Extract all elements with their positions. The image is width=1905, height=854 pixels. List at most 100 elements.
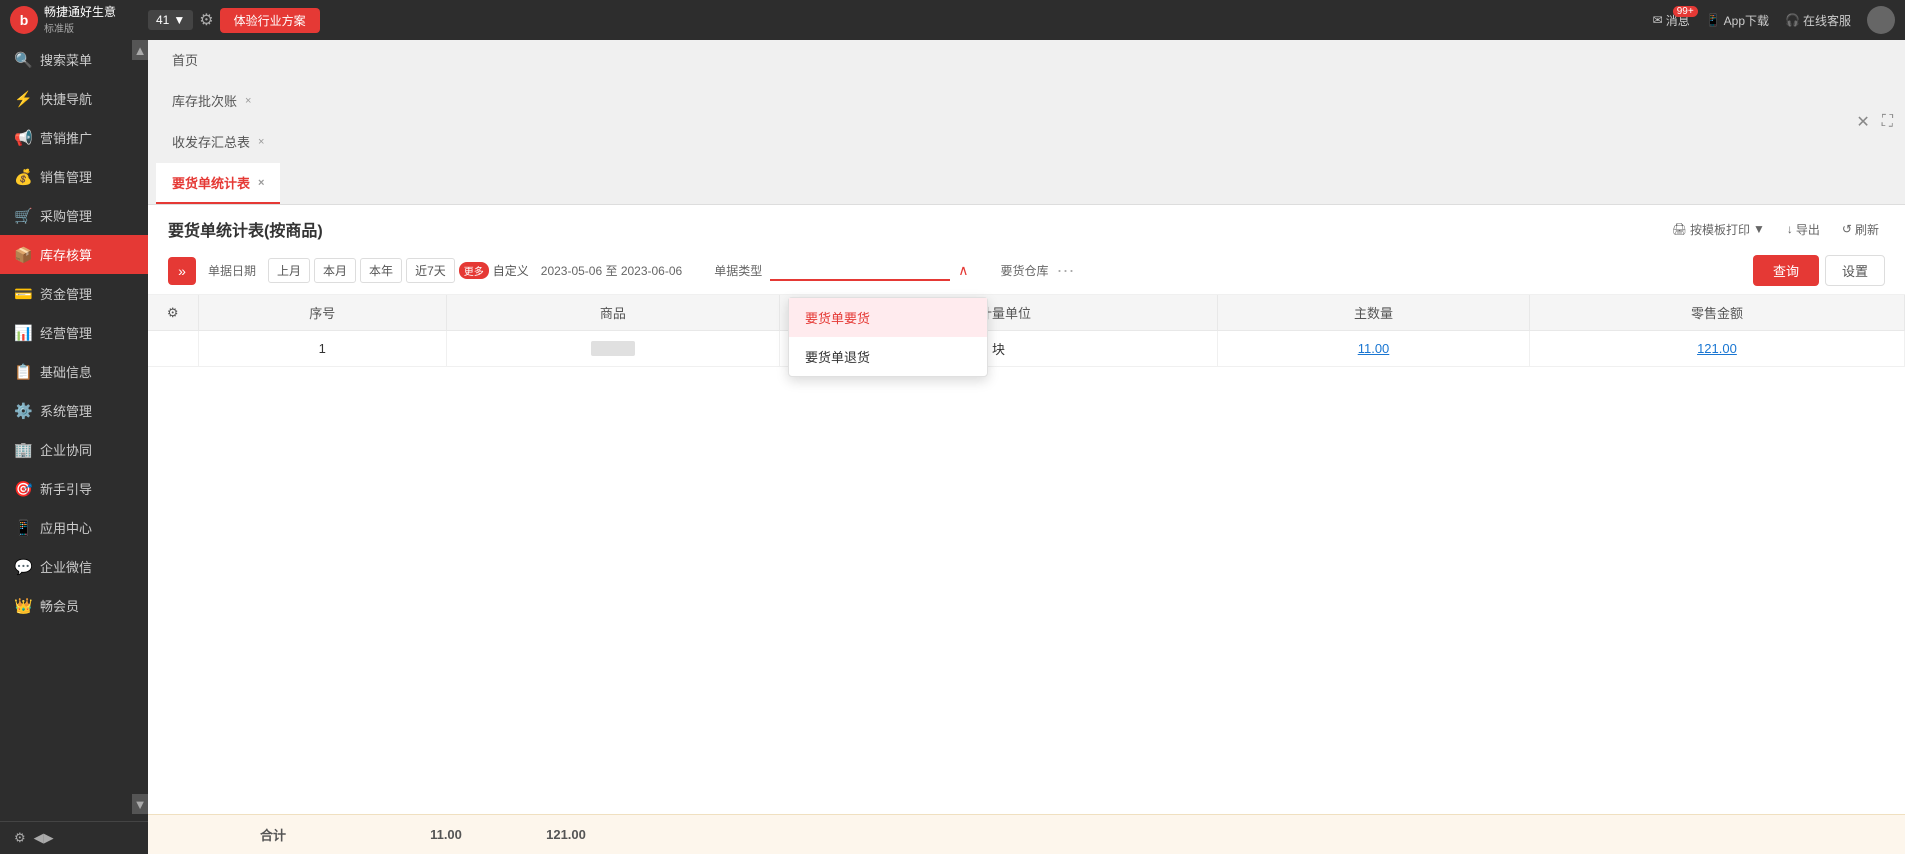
- dropdown-item-0[interactable]: 要货单要货: [789, 298, 987, 337]
- tab-requisition-stat[interactable]: 要货单统计表 ×: [156, 163, 280, 204]
- sidebar-item-wechat[interactable]: 💬企业微信: [0, 547, 148, 586]
- app-name: 畅捷通好生意: [44, 5, 116, 19]
- sidebar-label-guide: 新手引导: [40, 479, 92, 498]
- col-qty: 主数量: [1218, 295, 1530, 331]
- date-last-month-btn[interactable]: 上月: [268, 258, 310, 283]
- message-item[interactable]: ✉ 消息 99+: [1653, 12, 1690, 29]
- logo-area: b 畅捷通好生意 标准版: [10, 5, 140, 34]
- sidebar-item-purchase[interactable]: 🛒采购管理: [0, 196, 148, 235]
- sidebar-item-operations[interactable]: 📊经营管理: [0, 313, 148, 352]
- chevron-down-icon: ▼: [173, 13, 185, 27]
- sales-icon: 💰: [14, 168, 32, 186]
- table-footer: 合计 11.00 121.00: [148, 814, 1905, 854]
- product-blurred-0: [591, 341, 634, 356]
- sidebar: ▲ 🔍搜索菜单⚡快捷导航📢营销推广 💰 销售管理 🛒采购管理📦库存核算💳资金管理📊经营…: [0, 40, 148, 854]
- warehouse-more-icon[interactable]: ···: [1056, 260, 1074, 281]
- amount-link-0[interactable]: 121.00: [1697, 341, 1737, 356]
- online-service-item[interactable]: 🎧 在线客服: [1785, 12, 1851, 29]
- table-row: 1 块 11.00 121.00: [148, 331, 1905, 367]
- sidebar-item-guide[interactable]: 🎯新手引导: [0, 469, 148, 508]
- tab-close-all-icon[interactable]: ✕: [1852, 108, 1873, 136]
- sidebar-label-sales: 销售管理: [40, 167, 92, 186]
- basic-info-icon: 📋: [14, 363, 32, 381]
- sidebar-scroll-bottom[interactable]: ▼: [132, 794, 148, 814]
- print-label: 按模板打印: [1690, 221, 1750, 238]
- warehouse-filter-label: 要货仓库: [1000, 262, 1048, 279]
- date-custom-btn[interactable]: 自定义: [493, 262, 529, 279]
- logo-text-block: 畅捷通好生意 标准版: [44, 5, 116, 34]
- export-label: 导出: [1796, 221, 1820, 238]
- tab-label-requisition-stat: 要货单统计表: [172, 173, 250, 192]
- sidebar-label-quick-nav: 快捷导航: [40, 89, 92, 108]
- sidebar-item-basic-info[interactable]: 📋基础信息: [0, 352, 148, 391]
- table-area: ⚙ 序号 商品 主计量单位 主数量 零售金额 1 块 11.00 1: [148, 295, 1905, 814]
- sidebar-item-member[interactable]: 👑畅会员: [0, 586, 148, 625]
- tab-home[interactable]: 首页: [156, 40, 280, 81]
- filter-bar: » 单据日期 上月 本月 本年 近7天 更多 自定义 2023-05-06 至 …: [148, 247, 1905, 295]
- page-actions: 🖨 按模板打印 ▼ ↓ 导出 ↺ 刷新: [1666, 218, 1885, 241]
- tab-inventory-batch[interactable]: 库存批次账×: [156, 81, 280, 122]
- operations-icon: 📊: [14, 324, 32, 342]
- query-button[interactable]: 查询: [1753, 255, 1819, 286]
- qty-link-0[interactable]: 11.00: [1358, 341, 1390, 356]
- sidebar-settings-icon[interactable]: ⚙: [14, 830, 26, 846]
- tab-maximize-icon[interactable]: ⛶: [1878, 109, 1897, 135]
- sidebar-bottom: ⚙ ◀▶: [0, 821, 148, 854]
- type-dropdown: 要货单要货 要货单退货: [788, 297, 988, 377]
- date-more-badge[interactable]: 更多: [459, 262, 489, 279]
- trial-button[interactable]: 体验行业方案: [220, 8, 320, 33]
- sidebar-label-inventory: 库存核算: [40, 245, 92, 264]
- sidebar-scroll-top[interactable]: ▲: [132, 40, 148, 60]
- page-content: 要货单统计表(按商品) 🖨 按模板打印 ▼ ↓ 导出 ↺ 刷新: [148, 205, 1905, 854]
- tab-close-requisition-stat[interactable]: ×: [258, 177, 264, 189]
- finance-icon: 💳: [14, 285, 32, 303]
- user-avatar[interactable]: [1867, 6, 1895, 34]
- export-btn[interactable]: ↓ 导出: [1781, 218, 1826, 241]
- settings-button[interactable]: 设置: [1825, 255, 1885, 286]
- date-this-year-btn[interactable]: 本年: [360, 258, 402, 283]
- store-name: 41: [156, 13, 169, 27]
- sidebar-item-finance[interactable]: 💳资金管理: [0, 274, 148, 313]
- type-dropdown-arrow-icon[interactable]: ∧: [958, 262, 968, 279]
- col-product: 商品: [446, 295, 779, 331]
- type-filter-input[interactable]: [770, 261, 950, 281]
- sidebar-items: 🔍搜索菜单⚡快捷导航📢营销推广 💰 销售管理 🛒采购管理📦库存核算💳资金管理📊经营管理…: [0, 40, 148, 625]
- sidebar-item-sales[interactable]: 💰 销售管理: [0, 157, 148, 196]
- app-download-item[interactable]: 📱 App下载: [1706, 12, 1769, 29]
- dropdown-item-1[interactable]: 要货单退货: [789, 337, 987, 376]
- print-template-btn[interactable]: 🖨 按模板打印 ▼: [1666, 218, 1771, 241]
- cell-qty-0: 11.00: [1218, 331, 1530, 367]
- filter-expand-btn[interactable]: »: [168, 257, 196, 285]
- filter-type-section: 单据类型 ∧: [714, 261, 968, 281]
- app-center-icon: 📱: [14, 519, 32, 537]
- message-icon: ✉: [1653, 13, 1663, 27]
- col-settings-icon[interactable]: ⚙: [167, 305, 179, 320]
- sidebar-item-system[interactable]: ⚙️系统管理: [0, 391, 148, 430]
- tab-close-inventory-batch[interactable]: ×: [245, 95, 251, 107]
- sidebar-label-wechat: 企业微信: [40, 557, 92, 576]
- sidebar-label-marketing: 营销推广: [40, 128, 92, 147]
- app-logo-icon: b: [10, 6, 38, 34]
- date-last-7-days-btn[interactable]: 近7天: [406, 258, 455, 283]
- enterprise-icon: 🏢: [14, 441, 32, 459]
- date-this-month-btn[interactable]: 本月: [314, 258, 356, 283]
- sidebar-label-enterprise: 企业协同: [40, 440, 92, 459]
- sidebar-item-app-center[interactable]: 📱应用中心: [0, 508, 148, 547]
- search-icon: 🔍: [14, 51, 32, 69]
- sidebar-label-system: 系统管理: [40, 401, 92, 420]
- type-filter-label: 单据类型: [714, 262, 762, 279]
- purchase-icon: 🛒: [14, 207, 32, 225]
- sidebar-item-enterprise[interactable]: 🏢 企业协同: [0, 430, 148, 469]
- sidebar-item-marketing[interactable]: 📢营销推广: [0, 118, 148, 157]
- header-gear-icon[interactable]: ⚙: [199, 10, 213, 30]
- online-service-label: 在线客服: [1803, 12, 1851, 29]
- sidebar-item-quick-nav[interactable]: ⚡快捷导航: [0, 79, 148, 118]
- sidebar-item-inventory[interactable]: 📦库存核算: [0, 235, 148, 274]
- refresh-label: 刷新: [1855, 221, 1879, 238]
- sidebar-collapse-icon[interactable]: ◀▶: [34, 830, 54, 846]
- tab-receivable-summary[interactable]: 收发存汇总表×: [156, 122, 280, 163]
- tab-close-receivable-summary[interactable]: ×: [258, 136, 264, 148]
- refresh-btn[interactable]: ↺ 刷新: [1836, 218, 1885, 241]
- store-selector[interactable]: 41 ▼: [148, 10, 193, 30]
- sidebar-item-search[interactable]: 🔍搜索菜单: [0, 40, 148, 79]
